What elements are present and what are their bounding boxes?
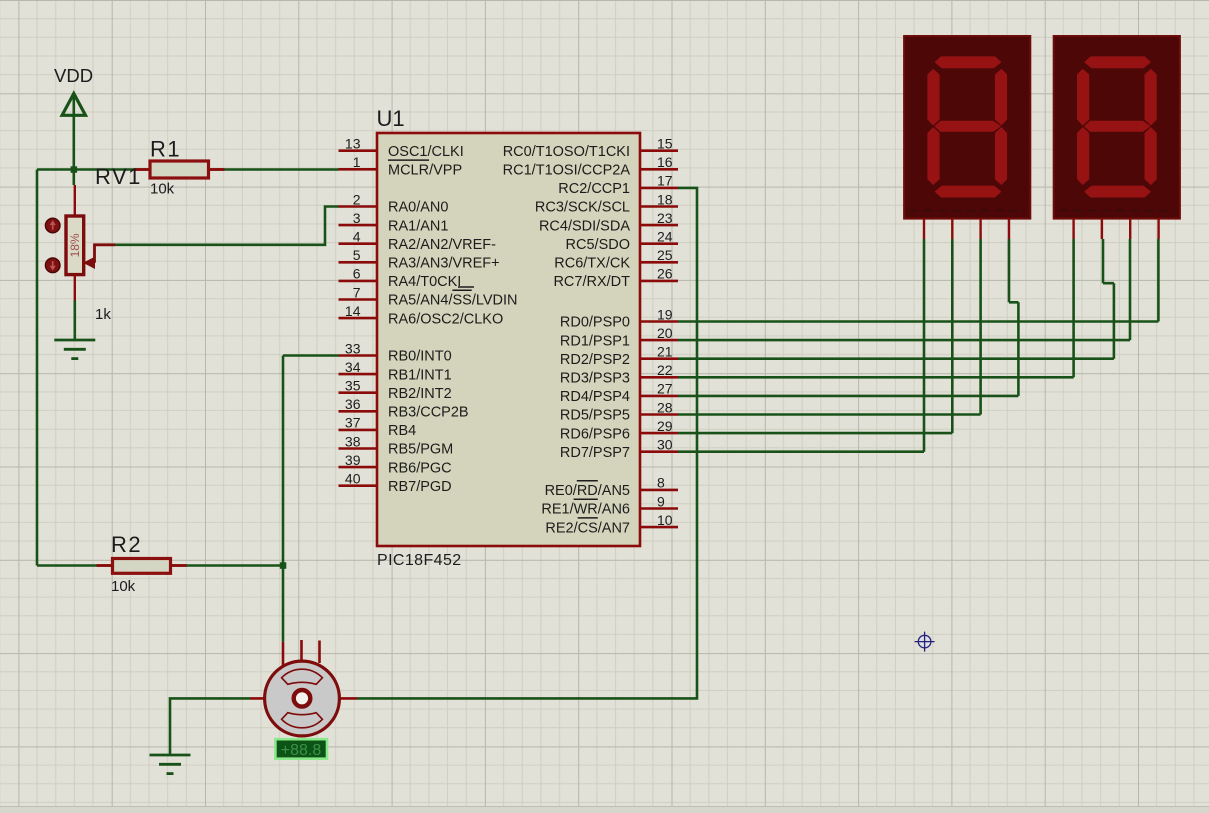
svg-text:+88.8: +88.8 [281,742,322,759]
svg-text:7: 7 [353,284,361,300]
svg-text:30: 30 [657,437,673,453]
svg-text:18%: 18% [68,233,82,257]
svg-text:RB5/PGM: RB5/PGM [388,442,453,458]
svg-text:39: 39 [345,452,361,468]
svg-text:27: 27 [657,381,673,397]
svg-text:6: 6 [353,266,361,282]
svg-text:RC2/CCP1: RC2/CCP1 [558,181,630,197]
svg-text:RA0/AN0: RA0/AN0 [388,200,448,216]
svg-text:33: 33 [345,340,361,356]
svg-text:40: 40 [345,471,361,487]
svg-text:10: 10 [657,512,673,528]
svg-text:RE0/RD/AN5: RE0/RD/AN5 [545,483,630,499]
svg-text:RA1/AN1: RA1/AN1 [388,218,448,234]
svg-text:RB3/CCP2B: RB3/CCP2B [388,405,469,421]
svg-text:RC6/TX/CK: RC6/TX/CK [554,256,630,272]
svg-text:10k: 10k [111,578,136,595]
svg-text:R2: R2 [111,532,142,557]
svg-text:37: 37 [345,415,361,431]
svg-text:9: 9 [657,493,665,509]
svg-text:19: 19 [657,306,673,322]
svg-text:3: 3 [353,210,361,226]
svg-text:RB2/INT2: RB2/INT2 [388,386,452,402]
svg-text:2: 2 [353,191,361,207]
svg-text:U1: U1 [377,106,405,131]
svg-text:RV1: RV1 [95,164,142,189]
svg-text:14: 14 [345,303,361,319]
svg-text:34: 34 [345,359,361,375]
svg-text:RE1/WR/AN6: RE1/WR/AN6 [541,502,630,518]
svg-text:35: 35 [345,378,361,394]
svg-text:RD1/PSP1: RD1/PSP1 [560,333,630,349]
svg-text:RA3/AN3/VREF+: RA3/AN3/VREF+ [388,256,500,272]
svg-text:28: 28 [657,399,673,415]
svg-text:RD5/PSP5: RD5/PSP5 [560,408,630,424]
svg-text:VDD: VDD [54,65,93,86]
svg-text:OSC1/CLKI: OSC1/CLKI [388,144,464,160]
svg-text:25: 25 [657,247,673,263]
svg-text:RC5/SDO: RC5/SDO [566,237,630,253]
svg-text:R1: R1 [150,136,181,161]
svg-text:RB6/PGC: RB6/PGC [388,460,452,476]
svg-text:MCLR/VPP: MCLR/VPP [388,163,462,179]
svg-text:23: 23 [657,210,673,226]
svg-text:RC3/SCK/SCL: RC3/SCK/SCL [535,200,630,216]
svg-text:RD0/PSP0: RD0/PSP0 [560,315,630,331]
svg-text:26: 26 [657,266,673,282]
svg-text:1k: 1k [95,306,111,323]
svg-text:RC4/SDI/SDA: RC4/SDI/SDA [539,218,630,234]
svg-text:RD4/PSP4: RD4/PSP4 [560,389,630,405]
svg-text:10k: 10k [150,181,175,198]
svg-text:RA4/T0CKI: RA4/T0CKI [388,274,461,290]
svg-text:22: 22 [657,362,673,378]
svg-text:RC7/RX/DT: RC7/RX/DT [553,274,630,290]
svg-text:5: 5 [353,247,361,263]
svg-text:RB4: RB4 [388,423,416,439]
svg-text:RB1/INT1: RB1/INT1 [388,367,452,383]
svg-text:24: 24 [657,229,673,245]
svg-text:RC1/T1OSI/CCP2A: RC1/T1OSI/CCP2A [503,163,631,179]
svg-text:RB0/INT0: RB0/INT0 [388,349,452,365]
svg-text:4: 4 [353,229,361,245]
svg-text:38: 38 [345,433,361,449]
svg-text:PIC18F452: PIC18F452 [377,552,462,569]
svg-text:RD7/PSP7: RD7/PSP7 [560,445,630,461]
svg-text:RD3/PSP3: RD3/PSP3 [560,371,630,387]
svg-text:8: 8 [657,475,665,491]
svg-text:RE2/CS/AN7: RE2/CS/AN7 [545,520,630,536]
svg-text:13: 13 [345,136,361,152]
svg-text:17: 17 [657,173,673,189]
svg-text:15: 15 [657,136,673,152]
svg-text:29: 29 [657,418,673,434]
svg-text:RB7/PGD: RB7/PGD [388,479,452,495]
svg-text:18: 18 [657,191,673,207]
svg-text:36: 36 [345,396,361,412]
svg-text:RD6/PSP6: RD6/PSP6 [560,426,630,442]
svg-text:RA6/OSC2/CLKO: RA6/OSC2/CLKO [388,311,503,327]
svg-text:RD2/PSP2: RD2/PSP2 [560,352,630,368]
svg-text:21: 21 [657,344,673,360]
svg-text:RA5/AN4/SS/LVDIN: RA5/AN4/SS/LVDIN [388,293,517,309]
svg-text:RC0/T1OSO/T1CKI: RC0/T1OSO/T1CKI [503,144,630,160]
svg-text:1: 1 [353,154,361,170]
svg-text:RA2/AN2/VREF-: RA2/AN2/VREF- [388,237,496,253]
svg-text:16: 16 [657,154,673,170]
svg-text:20: 20 [657,325,673,341]
